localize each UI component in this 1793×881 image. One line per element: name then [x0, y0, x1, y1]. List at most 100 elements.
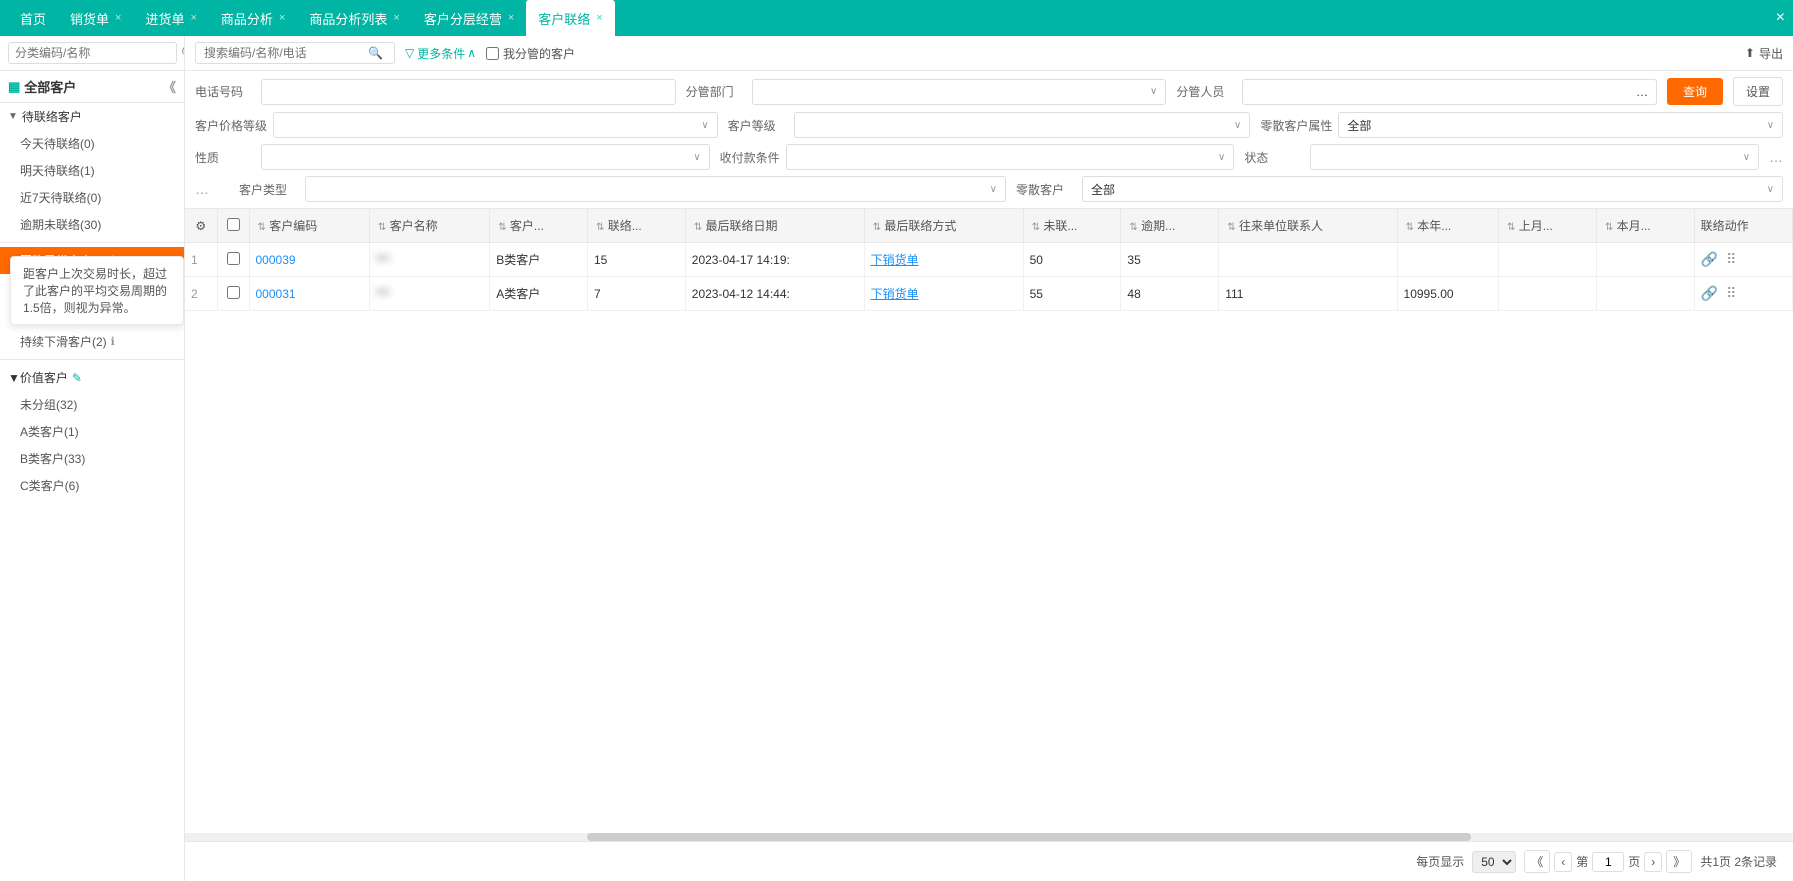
row-actions-0[interactable]: 🔗 ⠿ [1694, 243, 1792, 277]
col-overdue-header[interactable]: ⇅ 逾期... [1121, 209, 1219, 243]
col-last-date-header[interactable]: ⇅ 最后联络日期 [685, 209, 864, 243]
action-more-icon-1[interactable]: ⠿ [1726, 285, 1736, 302]
first-page-btn[interactable]: 《 [1524, 850, 1550, 873]
col-this-month-header[interactable]: ⇅ 本月... [1596, 209, 1694, 243]
col-type-header[interactable]: ⇅ 客户... [490, 209, 588, 243]
status-label: 状态 [1244, 149, 1304, 166]
sidebar-item-today[interactable]: 今天待联络(0) [0, 130, 184, 157]
status-select[interactable]: ∨ [1310, 144, 1759, 170]
row-code-0[interactable]: 000039 [249, 243, 369, 277]
customer-level-select[interactable]: ∨ [794, 112, 1251, 138]
nav-item-purchase[interactable]: 进货单 × [133, 0, 208, 36]
per-page-select[interactable]: 50 [1472, 851, 1516, 873]
nav-item-home[interactable]: 首页 [8, 0, 58, 36]
manager-select[interactable]: … [1242, 79, 1657, 105]
sidebar-item-class-a[interactable]: A类客户(1) [0, 418, 184, 445]
sidebar-value-group[interactable]: ▼ 价值客户 ✎ [0, 364, 184, 391]
filter-retail-customer: 零散客户 全部 ∨ [1016, 176, 1783, 202]
my-customers-checkbox[interactable] [486, 47, 499, 60]
col-contact-person-header[interactable]: ⇅ 往来单位联系人 [1219, 209, 1397, 243]
last-page-btn[interactable]: 》 [1666, 850, 1692, 873]
nav-close-analysis-list[interactable]: × [393, 12, 399, 24]
action-link-icon-0[interactable]: 🔗 [1701, 251, 1718, 268]
col-settings[interactable]: ⚙ [185, 209, 217, 243]
row3-more-btn[interactable]: … [1769, 149, 1783, 165]
row-code-1[interactable]: 000031 [249, 277, 369, 311]
customer-type-select[interactable]: ∨ [305, 176, 1006, 202]
filter-search-box[interactable]: 🔍 [195, 42, 395, 64]
sidebar-search-input[interactable] [8, 42, 177, 64]
window-close-btn[interactable]: × [1776, 9, 1785, 27]
sidebar-item-ungrouped[interactable]: 未分组(32) [0, 391, 184, 418]
sort-icon-overdue: ⇅ [1129, 222, 1137, 233]
col-code-header[interactable]: ⇅ 客户编码 [249, 209, 369, 243]
manager-dots: … [1636, 85, 1648, 99]
sidebar-collapse-btn[interactable]: 《 [163, 77, 176, 96]
dept-select[interactable]: ∨ [752, 79, 1167, 105]
retail-customer-select[interactable]: 全部 ∨ [1082, 176, 1783, 202]
more-conditions-btn[interactable]: ▽ 更多条件 ∧ [405, 45, 476, 62]
col-contact-header[interactable]: ⇅ 联络... [587, 209, 685, 243]
row-checkbox-1[interactable] [217, 277, 249, 311]
row-name-0[interactable]: *** [369, 243, 489, 277]
nav-item-sales[interactable]: 销货单 × [58, 0, 133, 36]
action-link-icon-1[interactable]: 🔗 [1701, 285, 1718, 302]
row-last-method-1[interactable]: 下销货单 [864, 277, 1023, 311]
sidebar-all-customers[interactable]: ▦ 全部客户 《 [0, 71, 184, 103]
filter-search-icon[interactable]: 🔍 [368, 46, 383, 60]
sidebar-item-7days[interactable]: 近7天待联络(0) [0, 184, 184, 211]
col-this-year-header[interactable]: ⇅ 本年... [1397, 209, 1499, 243]
horizontal-scrollbar[interactable] [185, 833, 1793, 841]
filter-payment: 收付款条件 ∨ [720, 144, 1235, 170]
my-customers-checkbox-area[interactable]: 我分管的客户 [486, 45, 575, 62]
next-page-btn[interactable]: › [1644, 852, 1662, 872]
nav-item-customer-tier[interactable]: 客户分层经营 × [412, 0, 526, 36]
nav-close-analysis[interactable]: × [279, 12, 285, 24]
retail-attr-select[interactable]: 全部 ∨ [1338, 112, 1783, 138]
col-last-month-header[interactable]: ⇅ 上月... [1499, 209, 1597, 243]
sidebar-pending-group[interactable]: ▼ 待联络客户 [0, 103, 184, 130]
col-last-method-header[interactable]: ⇅ 最后联络方式 [864, 209, 1023, 243]
filter-bar: 🔍 ▽ 更多条件 ∧ 我分管的客户 ⬆ 导出 [185, 36, 1793, 71]
row-name-1[interactable]: *** [369, 277, 489, 311]
select-all-checkbox[interactable] [227, 218, 240, 231]
nature-select[interactable]: ∨ [261, 144, 710, 170]
nav-close-customer-tier[interactable]: × [508, 12, 514, 24]
sidebar-item-class-c[interactable]: C类客户(6) [0, 472, 184, 499]
prev-page-btn[interactable]: ‹ [1554, 852, 1572, 872]
col-name-header[interactable]: ⇅ 客户名称 [369, 209, 489, 243]
phone-input[interactable] [261, 79, 676, 105]
sidebar-item-continuous-down[interactable]: 持续下滑客户(2) ℹ [0, 328, 184, 355]
sort-icon-uncontacted: ⇅ [1032, 222, 1040, 233]
sidebar-item-tomorrow[interactable]: 明天待联络(1) [0, 157, 184, 184]
nav-item-customer-contact[interactable]: 客户联络 × [526, 0, 614, 36]
row-last-method-0[interactable]: 下销货单 [864, 243, 1023, 277]
nav-item-analysis[interactable]: 商品分析 × [209, 0, 297, 36]
col-checkbox[interactable] [217, 209, 249, 243]
col-actions-header: 联络动作 [1694, 209, 1792, 243]
nav-item-analysis-list[interactable]: 商品分析列表 × [297, 0, 411, 36]
value-group-edit-icon[interactable]: ✎ [72, 371, 82, 385]
col-uncontacted-header[interactable]: ⇅ 未联... [1023, 209, 1121, 243]
customer-table: ⚙ ⇅ 客户编码 ⇅ 客户名称 ⇅ [185, 209, 1793, 311]
row-checkbox-0[interactable] [217, 243, 249, 277]
sidebar-search-icon[interactable]: 🔍 [181, 46, 185, 60]
filter-search-input[interactable] [204, 46, 364, 60]
sidebar-item-class-b[interactable]: B类客户(33) [0, 445, 184, 472]
row4-dots-btn[interactable]: … [195, 181, 209, 197]
row-actions-1[interactable]: 🔗 ⠿ [1694, 277, 1792, 311]
nav-close-sales[interactable]: × [115, 12, 121, 24]
nav-close-customer-contact[interactable]: × [596, 12, 602, 24]
page-label: 第 [1576, 853, 1588, 870]
scrollbar-thumb[interactable] [587, 833, 1471, 841]
price-level-select[interactable]: ∨ [273, 112, 718, 138]
action-more-icon-0[interactable]: ⠿ [1726, 251, 1736, 268]
nav-close-purchase[interactable]: × [190, 12, 196, 24]
table-header-row: ⚙ ⇅ 客户编码 ⇅ 客户名称 ⇅ [185, 209, 1793, 243]
sidebar-item-overdue[interactable]: 逾期未联络(30) [0, 211, 184, 238]
export-btn[interactable]: ⬆ 导出 [1745, 45, 1783, 62]
query-button[interactable]: 查询 [1667, 78, 1723, 105]
settings-button[interactable]: 设置 [1733, 77, 1783, 106]
page-input[interactable] [1592, 852, 1624, 872]
payment-select[interactable]: ∨ [786, 144, 1235, 170]
